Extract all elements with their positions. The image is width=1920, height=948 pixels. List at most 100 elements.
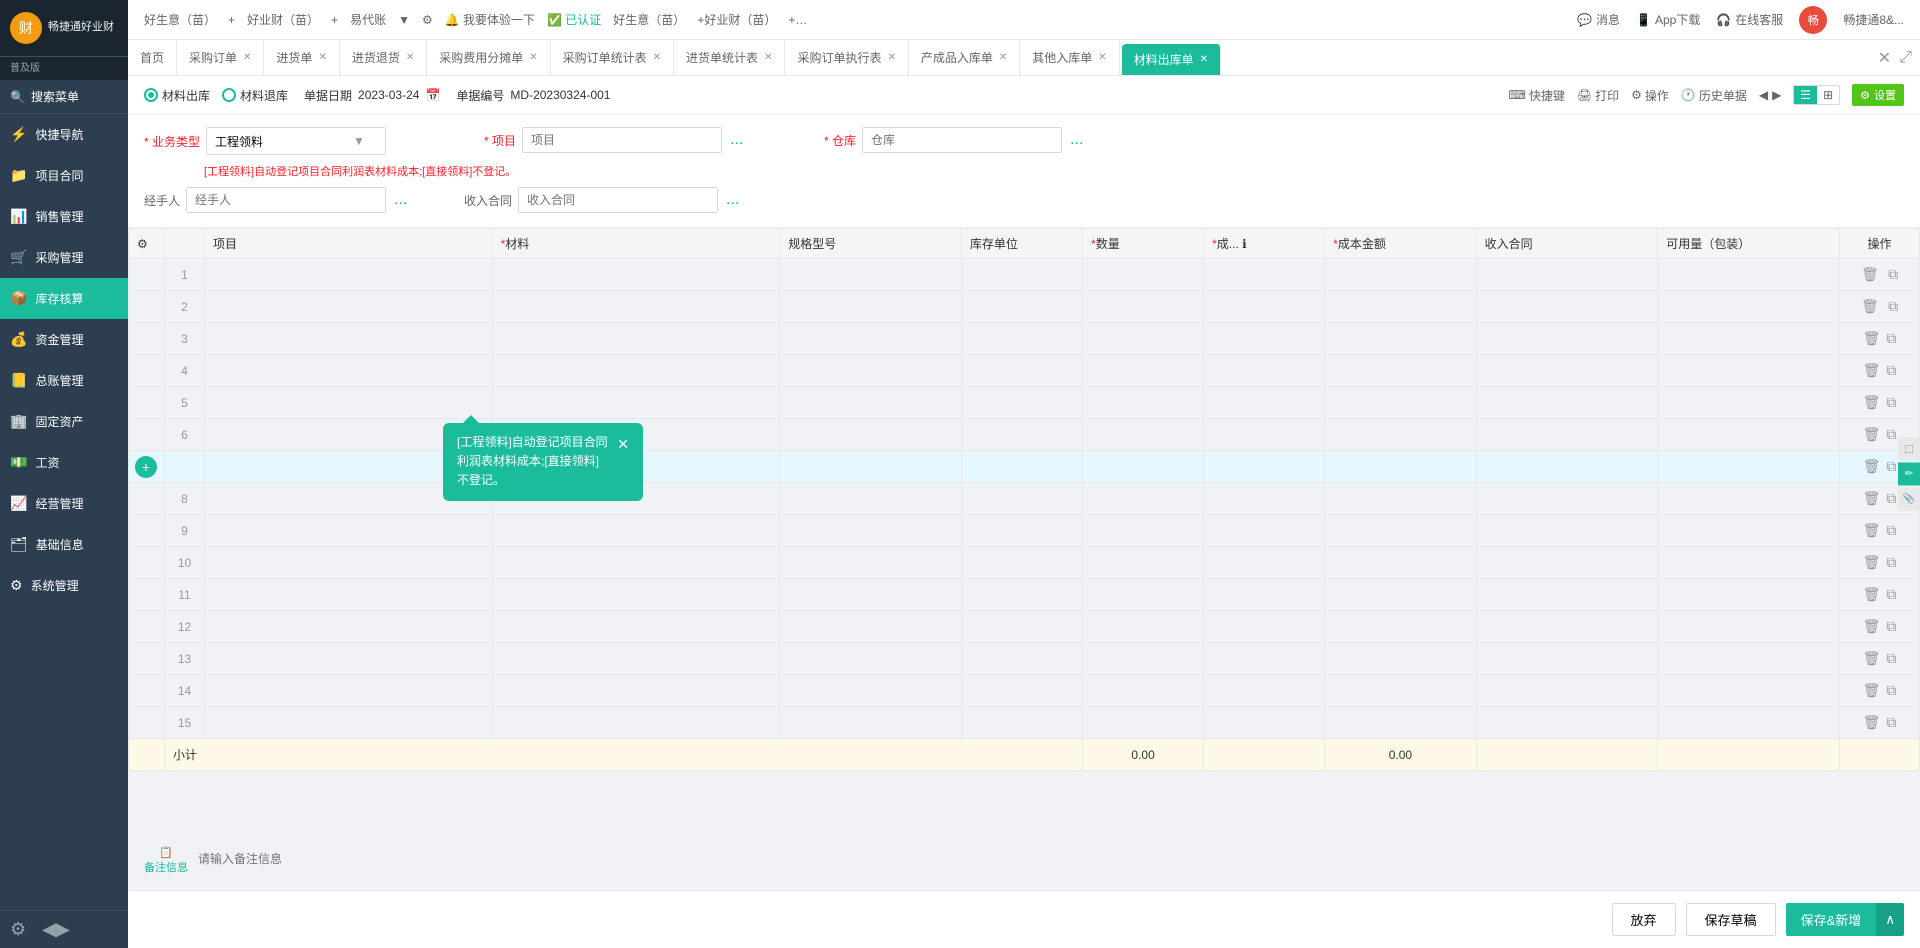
td-cost-amount-6[interactable] [1325,419,1476,451]
td-material-11[interactable] [492,579,780,611]
td-income-contract-14[interactable] [1476,675,1658,707]
delete-row-4[interactable]: 🗑 [1863,362,1881,378]
td-unit-3[interactable] [961,323,1082,355]
tab-close-other-in[interactable]: ✕ [1098,52,1106,63]
td-available-5[interactable] [1658,387,1840,419]
td-material-2[interactable] [492,291,780,323]
td-qty-13[interactable] [1083,643,1204,675]
history-btn[interactable]: 🕐 历史单据 [1681,87,1747,104]
td-available-15[interactable] [1658,707,1840,739]
tab-close-material-out[interactable]: ✕ [1200,54,1208,65]
tab-purchase-exec[interactable]: 采购订单执行表 ✕ [785,40,908,76]
td-cost-amount-2[interactable] [1325,291,1476,323]
td-project-4[interactable] [205,355,493,387]
topbar-more[interactable]: +… [788,13,807,27]
td-cost-amount-1[interactable] [1325,259,1476,291]
td-unit-13[interactable] [961,643,1082,675]
tab-purchase-stat[interactable]: 采购订单统计表 ✕ [551,40,674,76]
td-unit-14[interactable] [961,675,1082,707]
add-row-btn[interactable]: + [135,456,157,478]
sidebar-settings-icon[interactable]: ⚙ [10,919,26,940]
td-cost-15[interactable] [1204,707,1325,739]
warehouse-dots[interactable]: ... [1070,131,1083,149]
copy-row-10[interactable]: ⧉ [1886,554,1896,570]
td-available-10[interactable] [1658,547,1840,579]
save-new-button[interactable]: 保存&新增 [1786,903,1877,936]
settings-btn[interactable]: ⚙ 设置 [1852,84,1904,106]
td-income-contract-1[interactable] [1476,259,1658,291]
td-cost-amount-8[interactable] [1325,483,1476,515]
td-qty-9[interactable] [1083,515,1204,547]
td-cost-14[interactable] [1204,675,1325,707]
td-qty-8[interactable] [1083,483,1204,515]
tab-close-window[interactable]: ✕ [1878,48,1891,68]
td-income-contract-15[interactable] [1476,707,1658,739]
copy-row-4[interactable]: ⧉ [1886,362,1896,378]
sidebar-item-payroll[interactable]: 💵 工资 [0,442,128,483]
td-cost-amount-10[interactable] [1325,547,1476,579]
td-project-1[interactable] [205,259,493,291]
quick-key-btn[interactable]: ⌨ 快捷键 [1508,87,1564,104]
remarks-input[interactable] [198,846,1904,882]
td-project-11[interactable] [205,579,493,611]
discard-button[interactable]: 放弃 [1612,903,1676,936]
td-cost-amount-9[interactable] [1325,515,1476,547]
tab-purchase-expense[interactable]: 采购费用分摊单 ✕ [427,40,550,76]
copy-row-1[interactable]: ⧉ [1888,266,1898,282]
topbar-online-service[interactable]: 🎧 在线客服 [1716,11,1783,28]
tab-close-purchase-order[interactable]: ✕ [243,52,251,63]
right-action-btn-2[interactable]: ✏ [1898,463,1920,486]
tab-close-goods-stat[interactable]: ✕ [764,52,772,63]
td-unit-2[interactable] [961,291,1082,323]
td-project-12[interactable] [205,611,493,643]
td-spec-2[interactable] [780,291,962,323]
sidebar-item-system[interactable]: ⚙ 系统管理 [0,565,128,606]
td-cost-amount-4[interactable] [1325,355,1476,387]
td-cost-7[interactable] [1204,451,1325,483]
th-gear[interactable]: ⚙ [129,229,165,259]
biz-type-dropdown[interactable]: ▼ [347,134,371,148]
date-value[interactable]: 2023-03-24 [358,88,419,102]
handler-dots[interactable]: ... [394,191,407,209]
nav-prev[interactable]: ◀ [1759,88,1768,102]
td-project-3[interactable] [205,323,493,355]
td-cost-amount-12[interactable] [1325,611,1476,643]
handler-input[interactable] [186,187,386,213]
tab-close-purchase-stat[interactable]: ✕ [653,52,661,63]
td-unit-5[interactable] [961,387,1082,419]
td-available-7[interactable] [1658,451,1840,483]
td-material-5[interactable] [492,387,780,419]
td-available-14[interactable] [1658,675,1840,707]
sidebar-item-purchase[interactable]: 🛒 采购管理 [0,237,128,278]
td-cost-amount-15[interactable] [1325,707,1476,739]
td-cost-1[interactable] [1204,259,1325,291]
tab-close-goods-return[interactable]: ✕ [406,52,414,63]
td-project-15[interactable] [205,707,493,739]
td-unit-6[interactable] [961,419,1082,451]
td-income-contract-3[interactable] [1476,323,1658,355]
delete-row-14[interactable]: 🗑 [1863,682,1881,698]
td-available-11[interactable] [1658,579,1840,611]
copy-row-5[interactable]: ⧉ [1886,394,1896,410]
td-qty-15[interactable] [1083,707,1204,739]
calendar-icon[interactable]: 📅 [425,88,440,102]
td-income-contract-6[interactable] [1476,419,1658,451]
radio-material-return[interactable]: 材料退库 [222,87,288,104]
td-available-3[interactable] [1658,323,1840,355]
tab-material-out[interactable]: 材料出库单 ✕ [1122,44,1221,76]
td-unit-1[interactable] [961,259,1082,291]
td-spec-13[interactable] [780,643,962,675]
td-spec-1[interactable] [780,259,962,291]
td-available-8[interactable] [1658,483,1840,515]
tab-close-goods-in[interactable]: ✕ [318,52,326,63]
sidebar-search[interactable]: 🔍 搜索菜单 [0,80,128,114]
copy-row-3[interactable]: ⧉ [1886,330,1896,346]
td-income-contract-4[interactable] [1476,355,1658,387]
topbar-link-goodbusiness[interactable]: 好生意（苗） [144,11,216,28]
topbar-link-agency[interactable]: 易代账 [350,11,386,28]
nav-next[interactable]: ▶ [1772,88,1781,102]
td-qty-1[interactable] [1083,259,1204,291]
topbar-dropdown-icon[interactable]: ▼ [398,13,410,27]
topbar-goodbiz2[interactable]: 好生意（苗） [613,11,685,28]
td-income-contract-10[interactable] [1476,547,1658,579]
